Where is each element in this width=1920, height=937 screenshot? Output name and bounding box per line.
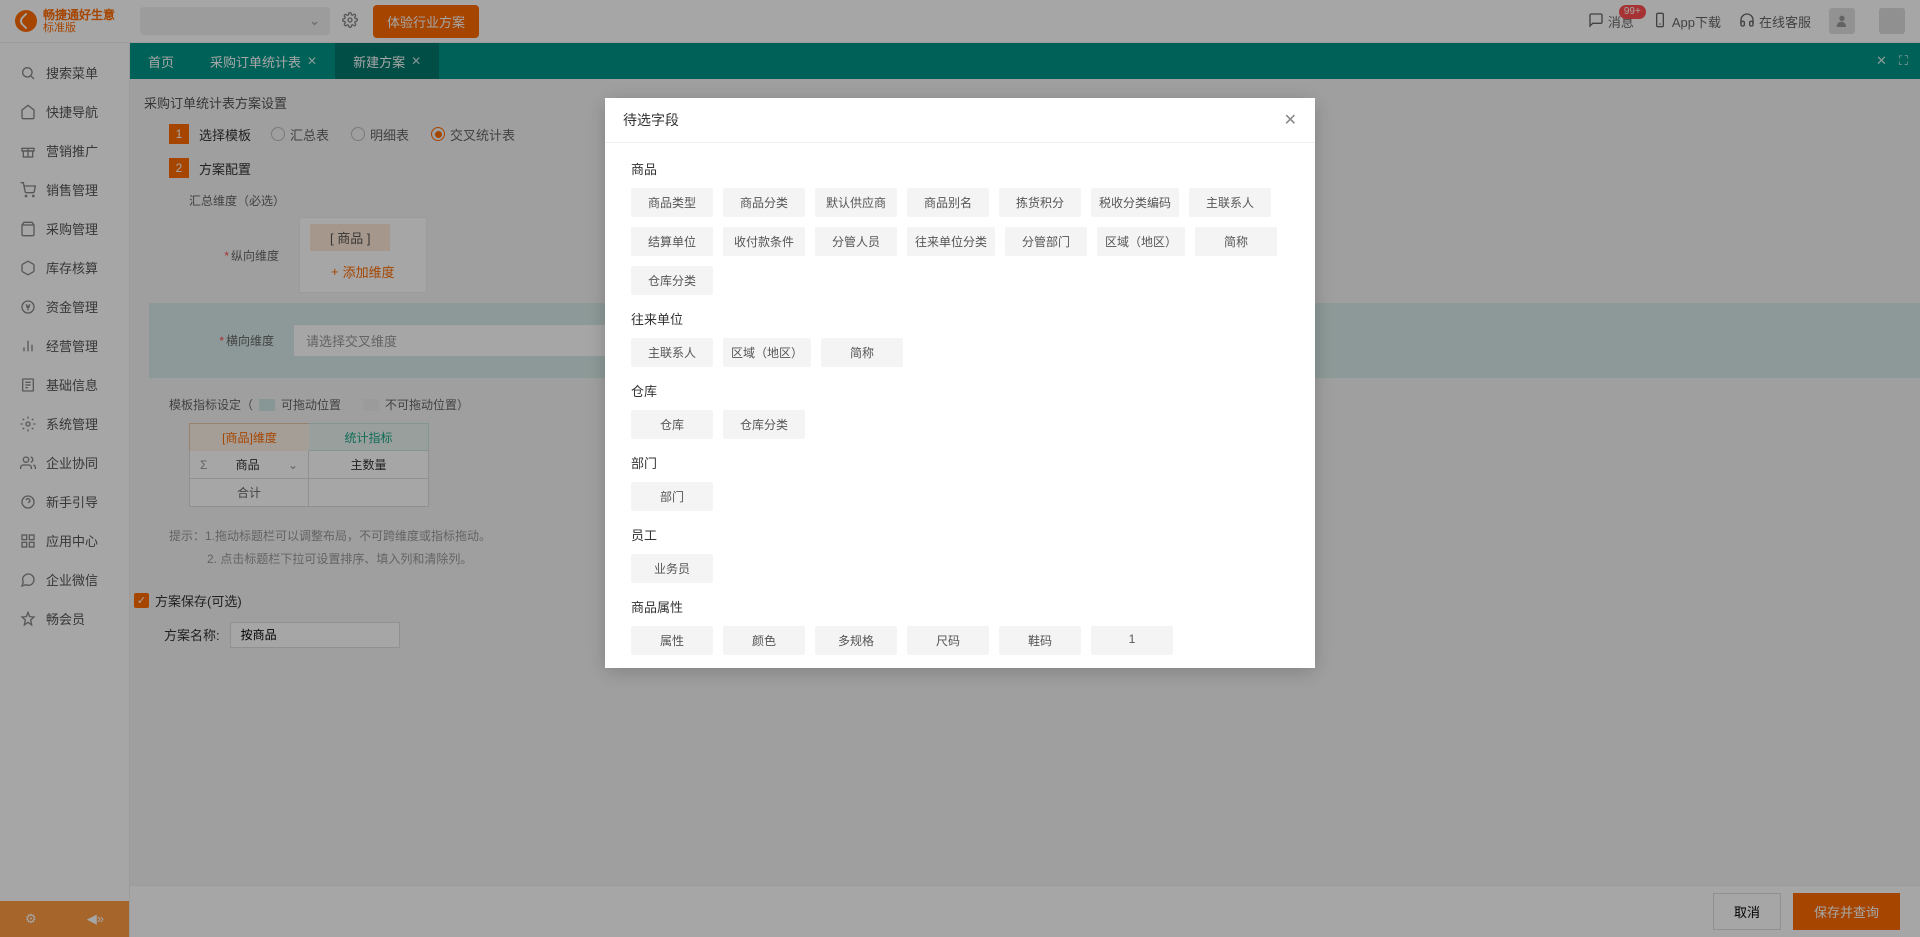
modal-title: 待选字段 bbox=[623, 110, 679, 130]
field-item[interactable]: 仓库分类 bbox=[631, 266, 713, 295]
field-group-title: 往来单位 bbox=[631, 309, 1289, 328]
field-item[interactable]: 商品别名 bbox=[907, 188, 989, 217]
field-item[interactable]: 税收分类编码 bbox=[1091, 188, 1179, 217]
field-item[interactable]: 属性 bbox=[631, 626, 713, 655]
field-group-title: 商品属性 bbox=[631, 597, 1289, 616]
field-item[interactable]: 主联系人 bbox=[631, 338, 713, 367]
field-item[interactable]: 尺码 bbox=[907, 626, 989, 655]
field-group-title: 部门 bbox=[631, 453, 1289, 472]
field-item[interactable]: 分管部门 bbox=[1005, 227, 1087, 256]
field-item[interactable]: 主联系人 bbox=[1189, 188, 1271, 217]
field-selector-modal: 待选字段 ✕ 商品商品类型商品分类默认供应商商品别名拣货积分税收分类编码主联系人… bbox=[605, 98, 1315, 668]
field-item[interactable]: 拣货积分 bbox=[999, 188, 1081, 217]
field-item[interactable]: 简称 bbox=[1195, 227, 1277, 256]
field-item[interactable]: 仓库分类 bbox=[723, 410, 805, 439]
field-group-5: 商品属性属性颜色多规格尺码鞋码 1 bbox=[631, 597, 1289, 655]
field-item[interactable]: 默认供应商 bbox=[815, 188, 897, 217]
field-item[interactable]: 收付款条件 bbox=[723, 227, 805, 256]
field-item[interactable]: 区域（地区） bbox=[1097, 227, 1185, 256]
field-item[interactable]: 部门 bbox=[631, 482, 713, 511]
field-group-1: 往来单位主联系人区域（地区） 简称 bbox=[631, 309, 1289, 367]
field-group-title: 员工 bbox=[631, 525, 1289, 544]
field-group-title: 商品 bbox=[631, 159, 1289, 178]
field-item[interactable]: 鞋码 bbox=[999, 626, 1081, 655]
field-item[interactable]: 仓库 bbox=[631, 410, 713, 439]
field-item[interactable]: 往来单位分类 bbox=[907, 227, 995, 256]
field-item[interactable]: 商品类型 bbox=[631, 188, 713, 217]
field-item[interactable]: 结算单位 bbox=[631, 227, 713, 256]
field-item[interactable]: 颜色 bbox=[723, 626, 805, 655]
field-group-3: 部门部门 bbox=[631, 453, 1289, 511]
field-group-title: 仓库 bbox=[631, 381, 1289, 400]
modal-close-button[interactable]: ✕ bbox=[1284, 110, 1297, 130]
field-item[interactable]: 多规格 bbox=[815, 626, 897, 655]
field-item[interactable]: 分管人员 bbox=[815, 227, 897, 256]
field-group-2: 仓库仓库仓库分类 bbox=[631, 381, 1289, 439]
field-group-4: 员工业务员 bbox=[631, 525, 1289, 583]
field-item[interactable]: 业务员 bbox=[631, 554, 713, 583]
field-item[interactable]: 简称 bbox=[821, 338, 903, 367]
field-item[interactable]: 区域（地区） bbox=[723, 338, 811, 367]
field-item[interactable]: 1 bbox=[1091, 626, 1173, 655]
field-group-0: 商品商品类型商品分类默认供应商商品别名拣货积分税收分类编码主联系人结算单位收付款… bbox=[631, 159, 1289, 295]
field-item[interactable]: 商品分类 bbox=[723, 188, 805, 217]
